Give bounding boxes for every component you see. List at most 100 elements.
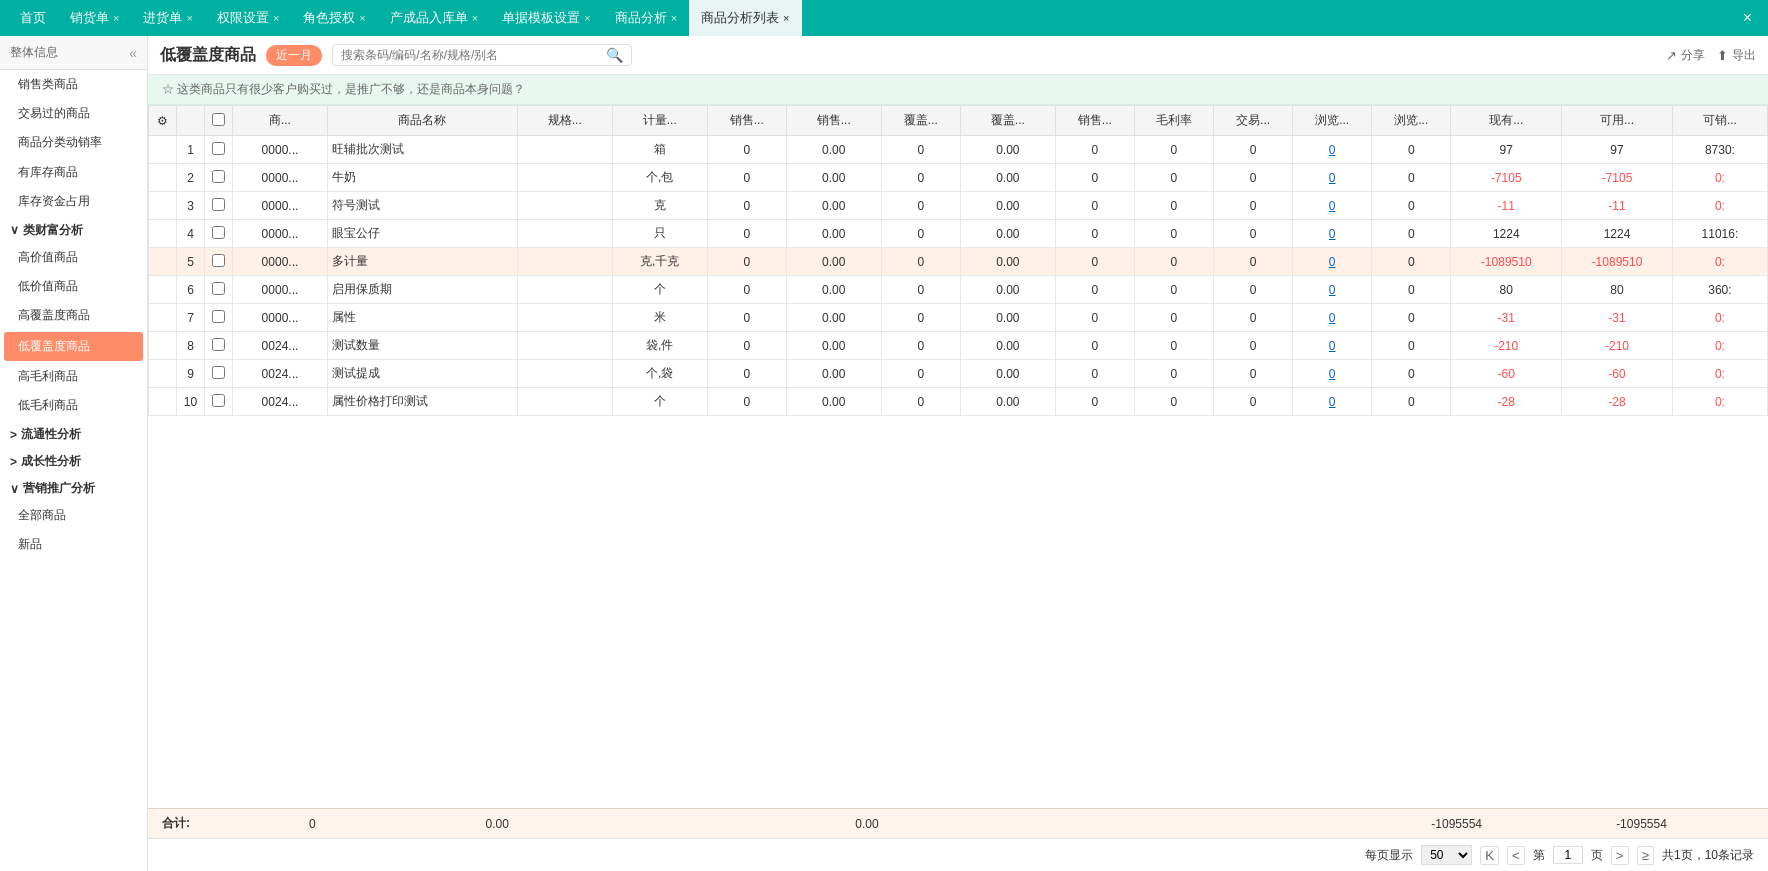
td-code: 0000... [233,304,328,332]
top-nav: 首页 销货单 × 进货单 × 权限设置 × 角色授权 × 产成品入库单 × 单据… [0,0,1768,36]
th-unit[interactable]: 计量... [612,106,707,136]
nav-permissions[interactable]: 权限设置 × [205,0,291,36]
td-sales-amt: 0.00 [786,220,881,248]
pagination: 每页显示 50 100 200 K < 第 页 > ≥ 共1页，10条记录 [148,838,1768,871]
td-check[interactable] [205,136,233,164]
th-cov1[interactable]: 覆盖... [881,106,960,136]
search-icon[interactable]: 🔍 [606,47,623,63]
footer-available: -1095554 [1601,817,1681,831]
close-icon[interactable]: × [584,0,590,36]
td-browse1[interactable]: 0 [1293,136,1372,164]
th-check[interactable] [205,106,233,136]
th-cov2[interactable]: 覆盖... [960,106,1055,136]
sidebar-section-wealth[interactable]: ∨ 类财富分析 [0,216,147,243]
sidebar-item-in-stock[interactable]: 有库存商品 [0,158,147,187]
nav-purchase[interactable]: 进货单 × [131,0,204,36]
search-box: 🔍 [332,44,632,66]
sidebar-collapse-button[interactable]: « [129,45,137,61]
sidebar-section-growth[interactable]: > 成长性分析 [0,447,147,474]
sidebar-item-high-value[interactable]: 高价值商品 [0,243,147,272]
nav-roles[interactable]: 角色授权 × [291,0,377,36]
export-button[interactable]: ⬆ 导出 [1717,47,1756,64]
td-browse1[interactable]: 0 [1293,388,1372,416]
sidebar-item-traded-goods[interactable]: 交易过的商品 [0,99,147,128]
search-input[interactable] [341,48,606,62]
page-input[interactable] [1553,846,1583,864]
close-icon[interactable]: × [186,0,192,36]
next-page-button[interactable]: > [1611,846,1629,865]
sidebar-item-low-value[interactable]: 低价值商品 [0,272,147,301]
th-sales-amt[interactable]: 销售... [786,106,881,136]
th-saleable[interactable]: 可销... [1672,106,1767,136]
td-check[interactable] [205,276,233,304]
th-gross-rate[interactable]: 毛利率 [1134,106,1213,136]
close-icon[interactable]: × [113,0,119,36]
nav-home[interactable]: 首页 [8,0,58,36]
period-button[interactable]: 近一月 [266,45,322,66]
td-browse1[interactable]: 0 [1293,220,1372,248]
close-icon[interactable]: × [783,0,789,36]
th-spec[interactable]: 规格... [517,106,612,136]
sidebar-section-marketing[interactable]: ∨ 营销推广分析 [0,474,147,501]
th-browse2[interactable]: 浏览... [1372,106,1451,136]
sidebar-item-high-profit[interactable]: 高毛利商品 [0,362,147,391]
th-available[interactable]: 可用... [1562,106,1673,136]
th-code[interactable]: 商... [233,106,328,136]
sidebar-section-circulation[interactable]: > 流通性分析 [0,420,147,447]
nav-warehouse[interactable]: 产成品入库单 × [378,0,490,36]
td-check[interactable] [205,304,233,332]
sidebar-item-low-profit[interactable]: 低毛利商品 [0,391,147,420]
th-sales-qty[interactable]: 销售... [707,106,786,136]
sidebar-item-inventory-funds[interactable]: 库存资金占用 [0,187,147,216]
td-sales3: 0 [1055,360,1134,388]
td-name: 测试提成 [327,360,517,388]
nav-template[interactable]: 单据模板设置 × [490,0,602,36]
close-icon[interactable]: × [472,0,478,36]
th-settings[interactable]: ⚙ [149,106,177,136]
td-browse1[interactable]: 0 [1293,248,1372,276]
td-browse1[interactable]: 0 [1293,164,1372,192]
th-sales3[interactable]: 销售... [1055,106,1134,136]
last-page-button[interactable]: ≥ [1637,846,1654,865]
table-container[interactable]: ⚙ 商... 商品名称 规格... 计量... 销售... 销售... 覆盖..… [148,105,1768,808]
td-browse1[interactable]: 0 [1293,276,1372,304]
sidebar-item-low-coverage[interactable]: 低覆盖度商品 [4,332,143,361]
td-settings [149,332,177,360]
td-check[interactable] [205,164,233,192]
td-check[interactable] [205,248,233,276]
td-check[interactable] [205,192,233,220]
td-check[interactable] [205,332,233,360]
nav-sales[interactable]: 销货单 × [58,0,131,36]
td-browse1[interactable]: 0 [1293,332,1372,360]
nav-goods-analysis[interactable]: 商品分析 × [603,0,689,36]
sidebar-item-new-goods[interactable]: 新品 [0,530,147,559]
td-sales-amt: 0.00 [786,360,881,388]
sidebar-item-category-rate[interactable]: 商品分类动销率 [0,128,147,157]
sidebar-item-sales-goods[interactable]: 销售类商品 [0,70,147,99]
th-name[interactable]: 商品名称 [327,106,517,136]
prev-page-button[interactable]: < [1507,846,1525,865]
td-available: -31 [1562,304,1673,332]
share-button[interactable]: ↗ 分享 [1666,47,1705,64]
th-browse1[interactable]: 浏览... [1293,106,1372,136]
td-check[interactable] [205,360,233,388]
td-browse1[interactable]: 0 [1293,304,1372,332]
td-browse1[interactable]: 0 [1293,360,1372,388]
td-check[interactable] [205,388,233,416]
first-page-button[interactable]: K [1480,846,1499,865]
sidebar-item-all-goods[interactable]: 全部商品 [0,501,147,530]
close-icon[interactable]: × [273,0,279,36]
td-unit: 只 [612,220,707,248]
close-icon[interactable]: × [671,0,677,36]
sidebar-item-high-coverage[interactable]: 高覆盖度商品 [0,301,147,330]
th-trade[interactable]: 交易... [1214,106,1293,136]
nav-goods-analysis-list[interactable]: 商品分析列表 × [689,0,801,36]
td-cov1: 0 [881,388,960,416]
close-all-button[interactable]: × [1735,9,1760,27]
td-check[interactable] [205,220,233,248]
th-current[interactable]: 现有... [1451,106,1562,136]
per-page-select[interactable]: 50 100 200 [1421,845,1472,865]
close-icon[interactable]: × [359,0,365,36]
td-browse1[interactable]: 0 [1293,192,1372,220]
select-all-checkbox[interactable] [212,113,225,126]
